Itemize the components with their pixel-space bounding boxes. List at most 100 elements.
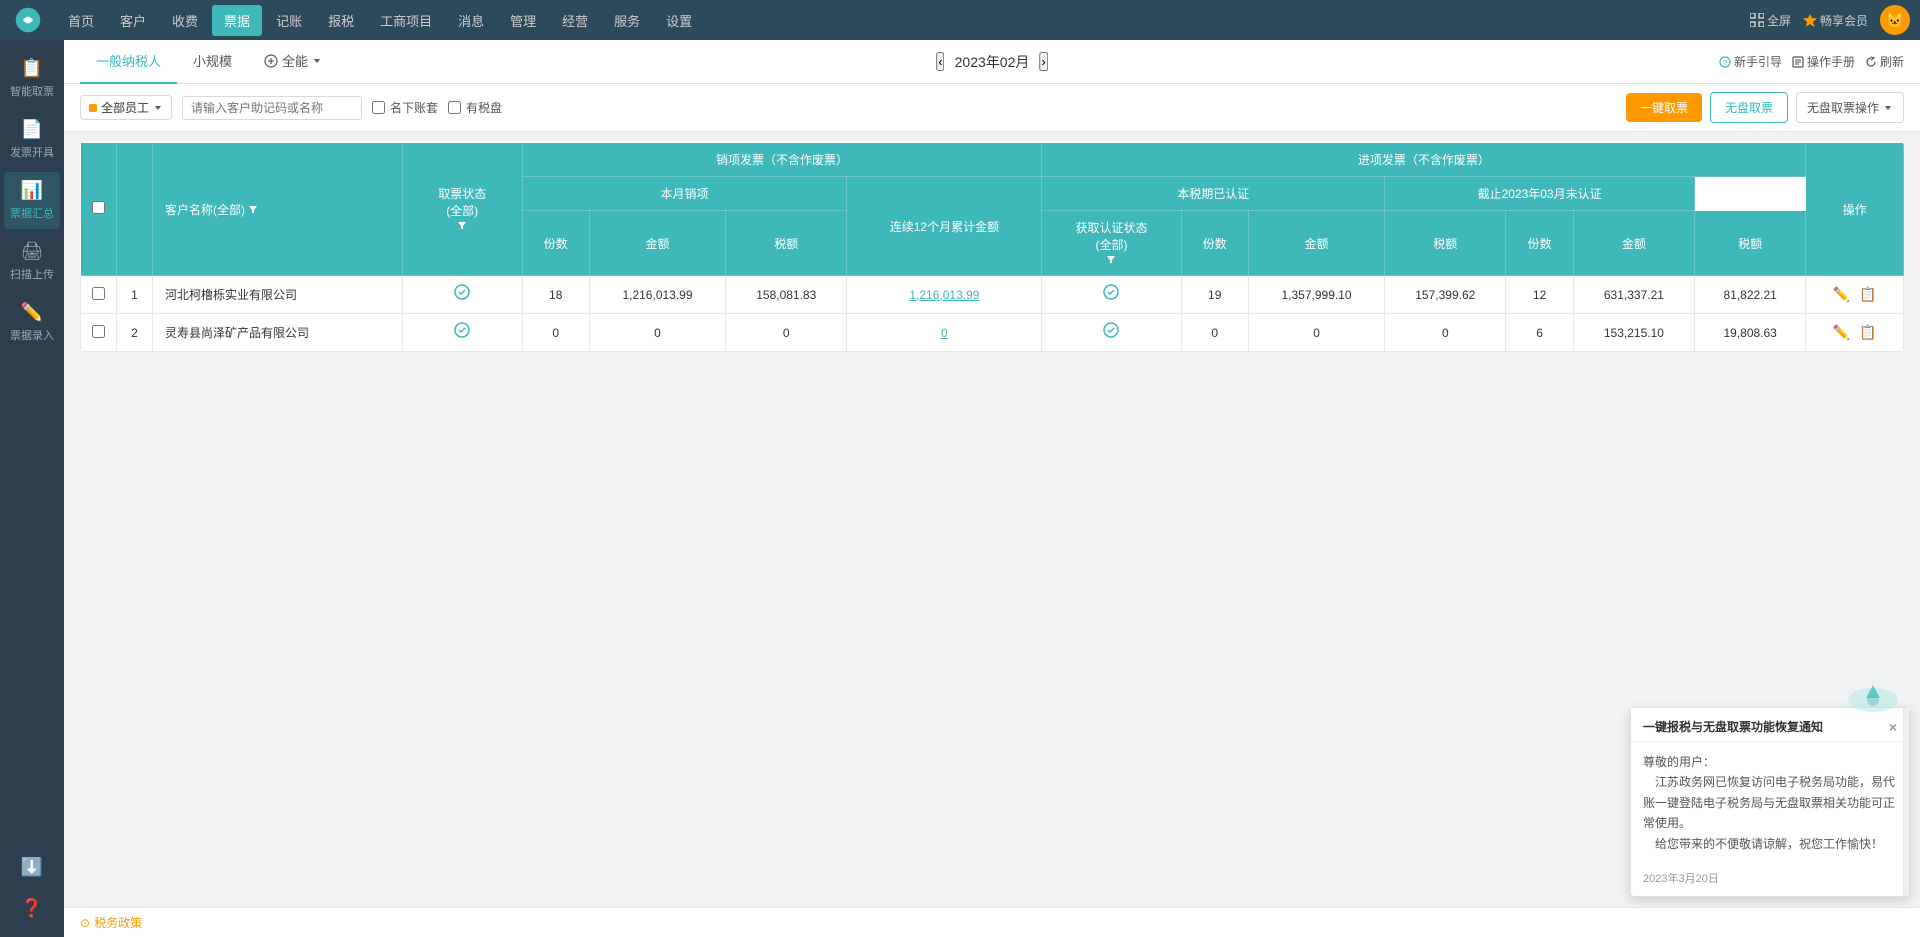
th-monthly-sales: 本月销项 (522, 177, 847, 211)
refresh-icon (1865, 56, 1877, 68)
prev-month-btn[interactable]: ‹ (936, 52, 944, 71)
nav-operation[interactable]: 经营 (550, 5, 600, 36)
row2-copy-btn[interactable]: 📋 (1859, 324, 1876, 340)
tab-small-scale[interactable]: 小规模 (177, 40, 248, 84)
row2-cumulative[interactable]: 0 (847, 314, 1042, 352)
check-account-checkbox[interactable] (372, 101, 385, 114)
new-guide-btn[interactable]: ? 新手引导 (1719, 53, 1782, 70)
row2-status-icon (454, 325, 470, 342)
nav-business[interactable]: 工商项目 (368, 5, 444, 36)
th-action: 操作 (1806, 143, 1904, 276)
one-click-ticket-btn[interactable]: 一键取票 (1626, 93, 1702, 122)
row1-edit-btn[interactable]: ✏️ (1833, 286, 1850, 302)
popup-scroll[interactable]: 尊敬的用户： 江苏政务网已恢复访问电子税务局功能，易代账一键登陆电子税务局与无盘… (1631, 742, 1909, 896)
has-tax-checkbox[interactable] (448, 101, 461, 114)
sidebar-item-smart-ticket[interactable]: 📋 智能取票 (4, 50, 60, 107)
nav-message[interactable]: 消息 (446, 5, 496, 36)
sidebar-item-download[interactable]: ⬇️ (4, 849, 60, 886)
nav-client[interactable]: 客户 (108, 5, 158, 36)
search-input[interactable] (183, 97, 354, 119)
popup-footer: 2023年3月20日 (1631, 864, 1909, 896)
th-unrec-amount: 金额 (1573, 211, 1694, 276)
nav-tax[interactable]: 报税 (316, 5, 366, 36)
sidebar-item-issue-invoice[interactable]: 📄 发票开具 (4, 111, 60, 168)
nav-fee[interactable]: 收费 (160, 5, 210, 36)
sidebar-item-help[interactable]: ❓ (4, 890, 60, 927)
refresh-btn[interactable]: 刷新 (1865, 53, 1904, 70)
row1-cumulative[interactable]: 1,216,013.99 (847, 276, 1042, 314)
no-disk-ticket-btn[interactable]: 无盘取票 (1710, 92, 1788, 123)
name-filter-icon (248, 204, 258, 214)
nav-account[interactable]: 记账 (264, 5, 314, 36)
th-cumulative: 连续12个月累计金额 (847, 177, 1042, 276)
has-tax-wrap[interactable]: 有税盘 (448, 99, 502, 116)
check-account-wrap[interactable]: 名下账套 (372, 99, 438, 116)
nav-manage[interactable]: 管理 (498, 5, 548, 36)
row1-checkbox[interactable] (92, 287, 105, 300)
nav-home[interactable]: 首页 (56, 5, 106, 36)
row2-rec-status-icon (1103, 325, 1119, 342)
sidebar-item-invoice-summary[interactable]: 📊 票据汇总 (4, 172, 60, 229)
th-check (81, 143, 117, 276)
row1-rec-status-icon (1103, 287, 1119, 304)
row2-rec-count: 0 (1181, 314, 1248, 352)
th-name[interactable]: 客户名称(全部) (153, 143, 403, 276)
logo (10, 2, 46, 38)
all-tab-icon (264, 54, 278, 68)
invoice-entry-icon: ✏️ (21, 302, 43, 323)
tax-policy-link[interactable]: 税务政策 (94, 914, 142, 931)
all-tab-dropdown-icon (312, 56, 322, 66)
row2-edit-btn[interactable]: ✏️ (1833, 324, 1850, 340)
table-row: 2 灵寿县尚泽矿产品有限公司 0 0 0 0 0 0 0 6 153,215.1… (81, 314, 1904, 352)
row1-unrec-count: 12 (1506, 276, 1573, 314)
fullscreen-btn[interactable]: 全屏 (1750, 12, 1791, 29)
sidebar-bottom: ⬇️ ❓ (4, 849, 60, 927)
tab-bar-left: 一般纳税人 小规模 全能 (80, 40, 338, 84)
issue-invoice-icon: 📄 (21, 119, 43, 140)
tab-all[interactable]: 全能 (248, 40, 338, 84)
row2-unrec-tax: 19,808.63 (1695, 314, 1806, 352)
table-row: 1 河北柯橹栎实业有限公司 18 1,216,013.99 158,081.83… (81, 276, 1904, 314)
th-status[interactable]: 取票状态 (全部) (402, 143, 522, 276)
sidebar-item-scan-upload[interactable]: 🖨 扫描上传 (4, 233, 60, 290)
invoice-summary-icon: 📊 (21, 180, 43, 201)
th-sales-group: 销项发票（不含作废票） (522, 143, 1042, 177)
manual-btn[interactable]: 操作手册 (1792, 53, 1855, 70)
row2-action: ✏️ 📋 (1806, 314, 1904, 352)
row1-monthly-count: 18 (522, 276, 589, 314)
th-rec-amount: 金额 (1248, 211, 1384, 276)
th-rec-status[interactable]: 获取认证状态 (全部) (1042, 211, 1181, 276)
select-all-checkbox[interactable] (92, 201, 105, 214)
nav-invoice[interactable]: 票据 (212, 5, 262, 36)
rec-status-filter-icon (1106, 254, 1116, 264)
th-monthly-amount: 金额 (589, 211, 725, 276)
employee-select[interactable]: 全部员工 (80, 95, 172, 120)
user-avatar[interactable]: 🐱 (1880, 5, 1910, 35)
row2-check[interactable] (81, 314, 117, 352)
row1-monthly-tax: 158,081.83 (726, 276, 847, 314)
popup-close-btn[interactable]: × (1889, 719, 1897, 735)
next-month-btn[interactable]: › (1039, 52, 1047, 71)
sidebar-item-invoice-entry[interactable]: ✏️ 票据录入 (4, 294, 60, 351)
status-bar: ⊙ 税务政策 (64, 907, 1920, 937)
row2-rec-status (1042, 314, 1181, 352)
popup-scrollbar[interactable] (1903, 708, 1909, 896)
row1-check[interactable] (81, 276, 117, 314)
popup-title: 一键报税与无盘取票功能恢复通知 (1643, 718, 1823, 735)
nav-service[interactable]: 服务 (602, 5, 652, 36)
sidebar: 📋 智能取票 📄 发票开具 📊 票据汇总 🖨 扫描上传 ✏️ 票据录入 ⬇️ ❓ (0, 40, 64, 937)
row1-monthly-amount: 1,216,013.99 (589, 276, 725, 314)
top-nav: 首页 客户 收费 票据 记账 报税 工商项目 消息 管理 经营 服务 设置 全屏… (0, 0, 1920, 40)
nav-settings[interactable]: 设置 (654, 5, 704, 36)
tab-general-taxpayer[interactable]: 一般纳税人 (80, 40, 177, 84)
no-disk-ticket-ops-btn[interactable]: 无盘取票操作 (1796, 92, 1904, 123)
row1-copy-btn[interactable]: 📋 (1859, 286, 1876, 302)
month-display: 2023年02月 (955, 52, 1030, 72)
search-input-wrap (182, 96, 362, 120)
row2-checkbox[interactable] (92, 325, 105, 338)
notification-popup: 一键报税与无盘取票功能恢复通知 × 尊敬的用户： 江苏政务网已恢复访问电子税务局… (1630, 707, 1910, 897)
row1-unrec-tax: 81,822.21 (1695, 276, 1806, 314)
vip-btn[interactable]: 畅享会员 (1803, 12, 1868, 29)
search-button[interactable] (354, 97, 362, 119)
row2-unrec-count: 6 (1506, 314, 1573, 352)
